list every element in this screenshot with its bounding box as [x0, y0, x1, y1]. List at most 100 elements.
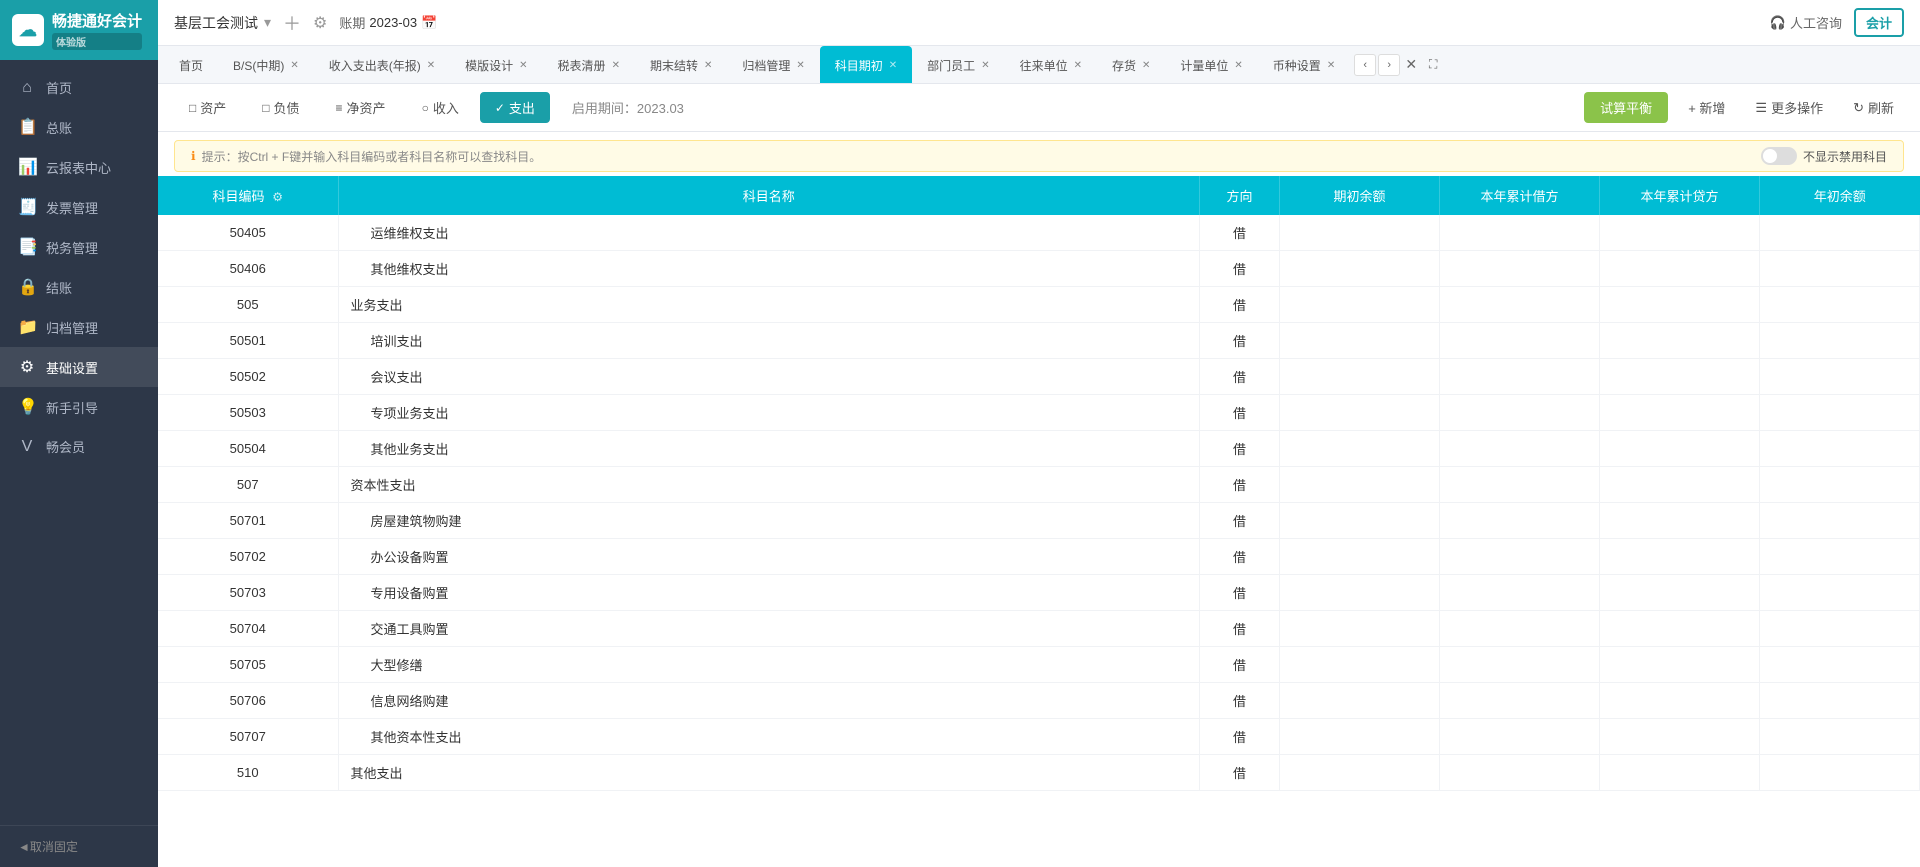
table-row[interactable]: 50504 其他业务支出 借: [158, 431, 1920, 467]
add-tab-button[interactable]: ＋: [283, 10, 301, 36]
tab-partner[interactable]: 往来单位✕: [1005, 46, 1097, 83]
sub-tab-income[interactable]: ○收入: [407, 92, 474, 123]
account-button[interactable]: 会计: [1854, 8, 1904, 37]
tab-inventory[interactable]: 存货 ✕: [1097, 46, 1165, 83]
sidebar-item-basic_settings[interactable]: ⚙ 基础设置: [0, 347, 158, 387]
sidebar-item-home[interactable]: ⌂首页: [0, 68, 158, 107]
more-label: 更多操作: [1771, 98, 1823, 117]
table-row[interactable]: 507 资本性支出 借: [158, 467, 1920, 503]
tab-period_end[interactable]: 期末结转✕: [635, 46, 727, 83]
period-display: 账期 2023-03 📅: [339, 13, 437, 32]
column-settings-icon[interactable]: ⚙: [272, 190, 283, 204]
tab-close-template[interactable]: ✕: [519, 60, 527, 71]
sidebar-item-archive[interactable]: 📁归档管理: [0, 307, 158, 347]
nav-label-basic_settings: 基础设置: [46, 358, 98, 377]
tab-close-bs_mid[interactable]: ✕: [290, 60, 298, 71]
tab-close-income[interactable]: ✕: [427, 60, 435, 71]
table-row[interactable]: 50703 专用设备购置 借: [158, 575, 1920, 611]
tab-close-archive[interactable]: ✕: [796, 60, 804, 71]
table-row[interactable]: 50706 信息网络购建 借: [158, 683, 1920, 719]
nav-label-member: 畅会员: [46, 437, 85, 456]
cell-ytd-credit: [1600, 251, 1760, 287]
table-row[interactable]: 50405 运维维权支出 借: [158, 215, 1920, 251]
sub-tab-liability[interactable]: □负债: [247, 92, 314, 123]
settings-icon[interactable]: ⚙: [313, 13, 327, 33]
tab-close-subject_init[interactable]: ✕: [889, 60, 897, 71]
nav-label-guide: 新手引导: [46, 398, 98, 417]
calc-balance-button[interactable]: 试算平衡: [1584, 92, 1668, 123]
cell-ytd-credit: [1600, 395, 1760, 431]
help-button[interactable]: 🎧 人工咨询: [1770, 13, 1842, 32]
tab-unit[interactable]: 计量单位✕: [1165, 46, 1257, 83]
cell-name: 运维维权支出: [338, 215, 1200, 251]
table-row[interactable]: 50503 专项业务支出 借: [158, 395, 1920, 431]
cell-year-balance: [1760, 323, 1920, 359]
cell-ytd-credit: [1600, 755, 1760, 791]
sidebar-item-close[interactable]: 🔒结账: [0, 267, 158, 307]
tab-close-tax[interactable]: ✕: [612, 60, 620, 71]
tab-bs_mid[interactable]: B/S(中期) ✕: [218, 46, 314, 83]
table-row[interactable]: 510 其他支出 借: [158, 755, 1920, 791]
account-label: 会计: [1866, 16, 1892, 31]
sub-tab-expense[interactable]: ✓支出: [480, 92, 550, 123]
table-row[interactable]: 50701 房屋建筑物购建 借: [158, 503, 1920, 539]
tab-template[interactable]: 模版设计✕: [450, 46, 542, 83]
cell-ytd-debit: [1440, 503, 1600, 539]
table-row[interactable]: 505 业务支出 借: [158, 287, 1920, 323]
tab-subject_init[interactable]: 科目期初✕: [820, 46, 912, 83]
sub-tab-asset[interactable]: □资产: [174, 92, 241, 123]
sub-tab-label-asset: 资产: [200, 98, 226, 117]
table-row[interactable]: 50502 会议支出 借: [158, 359, 1920, 395]
tab-label-inventory: 存货: [1112, 57, 1136, 74]
tab-home[interactable]: 首页: [164, 46, 218, 83]
cell-name: 资本性支出: [338, 467, 1200, 503]
company-dropdown-icon: ▾: [264, 14, 271, 31]
company-selector[interactable]: 基层工会测试 ▾: [174, 13, 271, 33]
sidebar-item-member[interactable]: V畅会员: [0, 427, 158, 466]
sidebar-item-reports[interactable]: 📊云报表中心: [0, 147, 158, 187]
table-row[interactable]: 50707 其他资本性支出 借: [158, 719, 1920, 755]
close-all-tabs-button[interactable]: ✕: [1400, 54, 1422, 76]
sidebar-item-tax[interactable]: 📑税务管理: [0, 227, 158, 267]
cell-code: 50502: [158, 359, 338, 395]
sub-tab-bar: □资产□负债≡净资产○收入✓支出 启用期间：2023.03 试算平衡 + 新增 …: [158, 84, 1920, 132]
tab-income[interactable]: 收入支出表(年报)✕: [314, 46, 450, 83]
table-row[interactable]: 50705 大型修缮 借: [158, 647, 1920, 683]
tab-label-bs_mid: B/S(中期): [233, 57, 284, 74]
refresh-button[interactable]: ↻ 刷新: [1843, 93, 1904, 122]
sub-tab-icon-expense: ✓: [495, 101, 505, 115]
tab-tax[interactable]: 税表清册✕: [543, 46, 635, 83]
table-row[interactable]: 50406 其他维权支出 借: [158, 251, 1920, 287]
tab-close-inventory[interactable]: ✕: [1142, 60, 1150, 71]
tab-prev-button[interactable]: ‹: [1354, 54, 1376, 76]
sidebar-item-invoice[interactable]: 🧾发票管理: [0, 187, 158, 227]
sub-tab-icon-income: ○: [422, 101, 429, 115]
add-button[interactable]: + 新增: [1678, 93, 1735, 122]
sidebar-item-general_ledger[interactable]: 📋总账: [0, 107, 158, 147]
tab-close-currency[interactable]: ✕: [1327, 60, 1335, 71]
sidebar-item-guide[interactable]: 💡新手引导: [0, 387, 158, 427]
subject-table: 科目编码 ⚙ 科目名称 方向 期初余额 本年累计借方 本年累计贷方 年初余额 5…: [158, 176, 1920, 791]
cell-year-balance: [1760, 719, 1920, 755]
table-row[interactable]: 50702 办公设备购置 借: [158, 539, 1920, 575]
tab-close-dept[interactable]: ✕: [981, 60, 989, 71]
nav-icon-basic_settings: ⚙: [18, 357, 36, 377]
table-row[interactable]: 50501 培训支出 借: [158, 323, 1920, 359]
tab-close-unit[interactable]: ✕: [1234, 60, 1242, 71]
table-row[interactable]: 50704 交通工具购置 借: [158, 611, 1920, 647]
disable-toggle[interactable]: [1761, 147, 1797, 165]
sub-tab-net_asset[interactable]: ≡净资产: [321, 92, 401, 123]
tab-close-period_end[interactable]: ✕: [704, 60, 712, 71]
more-button[interactable]: ☰ 更多操作: [1745, 93, 1833, 122]
content-area: □资产□负债≡净资产○收入✓支出 启用期间：2023.03 试算平衡 + 新增 …: [158, 84, 1920, 867]
tab-dept[interactable]: 部门员工✕: [912, 46, 1004, 83]
tab-currency[interactable]: 币种设置✕: [1258, 46, 1350, 83]
nav-icon-reports: 📊: [18, 157, 36, 177]
tab-close-partner[interactable]: ✕: [1074, 60, 1082, 71]
tab-next-button[interactable]: ›: [1378, 54, 1400, 76]
sidebar-footer[interactable]: ◄取消固定: [0, 825, 158, 867]
company-name: 基层工会测试: [174, 13, 258, 33]
tab-expand-button[interactable]: ⛶: [1422, 54, 1444, 76]
calendar-icon[interactable]: 📅: [421, 15, 437, 31]
tab-archive[interactable]: 归档管理✕: [727, 46, 819, 83]
